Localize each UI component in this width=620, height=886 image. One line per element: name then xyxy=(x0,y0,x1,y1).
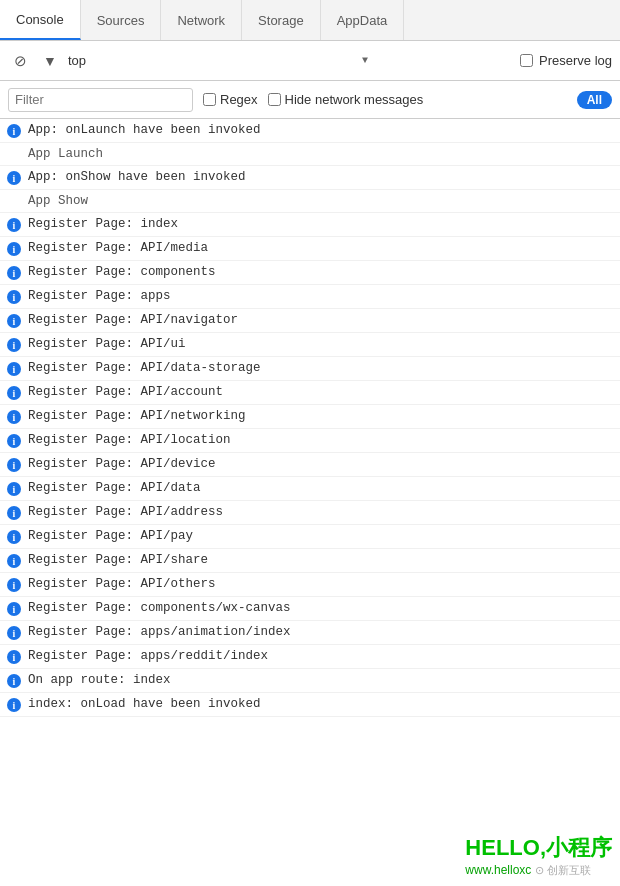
log-entry: iApp: onLaunch have been invoked xyxy=(0,119,620,143)
log-text: Register Page: API/pay xyxy=(28,527,193,545)
log-text: Register Page: API/data xyxy=(28,479,201,497)
info-icon: i xyxy=(4,432,24,450)
log-entry: iRegister Page: API/networking xyxy=(0,405,620,429)
log-text: Register Page: API/device xyxy=(28,455,216,473)
info-icon: i xyxy=(4,216,24,234)
tab-storage[interactable]: Storage xyxy=(242,0,321,40)
log-text: Register Page: API/share xyxy=(28,551,208,569)
log-text: Register Page: API/navigator xyxy=(28,311,238,329)
log-subentry: App Show xyxy=(0,190,620,213)
info-icon: i xyxy=(4,528,24,546)
log-text: Register Page: API/media xyxy=(28,239,208,257)
hide-network-checkbox[interactable] xyxy=(268,93,281,106)
log-text: Register Page: API/location xyxy=(28,431,231,449)
stop-button[interactable]: ⊘ xyxy=(8,49,32,73)
log-entry: iRegister Page: API/data xyxy=(0,477,620,501)
info-icon: i xyxy=(4,384,24,402)
context-value: top xyxy=(68,53,358,68)
tab-bar: Console Sources Network Storage AppData xyxy=(0,0,620,41)
log-entry: iRegister Page: API/account xyxy=(0,381,620,405)
log-text: Register Page: apps xyxy=(28,287,171,305)
filter-button[interactable]: ▼ xyxy=(38,49,62,73)
log-entry: iRegister Page: API/device xyxy=(0,453,620,477)
preserve-log-wrapper: Preserve log xyxy=(520,53,612,68)
info-icon: i xyxy=(4,480,24,498)
log-entry: iRegister Page: API/navigator xyxy=(0,309,620,333)
log-text: Register Page: API/networking xyxy=(28,407,246,425)
log-entry: iRegister Page: components xyxy=(0,261,620,285)
info-icon: i xyxy=(4,122,24,140)
log-entry: iRegister Page: apps/animation/index xyxy=(0,621,620,645)
info-icon: i xyxy=(4,696,24,714)
log-entry: iRegister Page: components/wx-canvas xyxy=(0,597,620,621)
log-entry: iRegister Page: apps xyxy=(0,285,620,309)
log-subentry: App Launch xyxy=(0,143,620,166)
preserve-log-checkbox[interactable] xyxy=(520,54,533,67)
log-subtext: App Show xyxy=(28,192,88,210)
log-text: Register Page: API/data-storage xyxy=(28,359,261,377)
info-icon: i xyxy=(4,624,24,642)
toolbar: ⊘ ▼ top ▼ Preserve log xyxy=(0,41,620,81)
log-text: Register Page: API/ui xyxy=(28,335,186,353)
log-text: Register Page: API/account xyxy=(28,383,223,401)
stop-icon: ⊘ xyxy=(14,52,27,70)
log-text: Register Page: components xyxy=(28,263,216,281)
log-text: Register Page: API/address xyxy=(28,503,223,521)
log-entry: iRegister Page: API/share xyxy=(0,549,620,573)
log-entry: iindex: onLoad have been invoked xyxy=(0,693,620,717)
log-entry: iRegister Page: API/location xyxy=(0,429,620,453)
preserve-log-label: Preserve log xyxy=(539,53,612,68)
log-area: iApp: onLaunch have been invokedApp Laun… xyxy=(0,119,620,886)
log-text: index: onLoad have been invoked xyxy=(28,695,261,713)
log-text: On app route: index xyxy=(28,671,171,689)
tab-sources[interactable]: Sources xyxy=(81,0,162,40)
regex-checkbox[interactable] xyxy=(203,93,216,106)
info-icon: i xyxy=(4,600,24,618)
chevron-down-icon[interactable]: ▼ xyxy=(362,55,368,66)
log-text: Register Page: index xyxy=(28,215,178,233)
context-selector[interactable]: top ▼ xyxy=(68,53,368,68)
info-icon: i xyxy=(4,240,24,258)
info-icon: i xyxy=(4,408,24,426)
log-entry: iRegister Page: API/others xyxy=(0,573,620,597)
filter-icon: ▼ xyxy=(43,53,57,69)
info-icon: i xyxy=(4,576,24,594)
log-text: App: onLaunch have been invoked xyxy=(28,121,261,139)
tab-console[interactable]: Console xyxy=(0,0,81,40)
info-icon: i xyxy=(4,672,24,690)
log-entry: iRegister Page: API/address xyxy=(0,501,620,525)
info-icon: i xyxy=(4,336,24,354)
info-icon: i xyxy=(4,504,24,522)
info-icon: i xyxy=(4,288,24,306)
regex-option[interactable]: Regex xyxy=(203,92,258,107)
log-entry: iApp: onShow have been invoked xyxy=(0,166,620,190)
log-entry: iRegister Page: API/pay xyxy=(0,525,620,549)
log-entry: iRegister Page: index xyxy=(0,213,620,237)
log-text: Register Page: API/others xyxy=(28,575,216,593)
info-icon: i xyxy=(4,648,24,666)
hide-network-option[interactable]: Hide network messages xyxy=(268,92,424,107)
log-entry: iOn app route: index xyxy=(0,669,620,693)
log-entry: iRegister Page: API/data-storage xyxy=(0,357,620,381)
tab-appdata[interactable]: AppData xyxy=(321,0,405,40)
log-entry: iRegister Page: apps/reddit/index xyxy=(0,645,620,669)
info-icon: i xyxy=(4,456,24,474)
filter-bar: Regex Hide network messages All xyxy=(0,81,620,119)
all-levels-button[interactable]: All xyxy=(577,91,612,109)
log-subtext: App Launch xyxy=(28,145,103,163)
info-icon: i xyxy=(4,360,24,378)
log-text: Register Page: apps/animation/index xyxy=(28,623,291,641)
log-entry: iRegister Page: API/media xyxy=(0,237,620,261)
info-icon: i xyxy=(4,264,24,282)
filter-input[interactable] xyxy=(8,88,193,112)
info-icon: i xyxy=(4,552,24,570)
log-entry: iRegister Page: API/ui xyxy=(0,333,620,357)
log-text: Register Page: components/wx-canvas xyxy=(28,599,291,617)
info-icon: i xyxy=(4,169,24,187)
log-text: Register Page: apps/reddit/index xyxy=(28,647,268,665)
info-icon: i xyxy=(4,312,24,330)
tab-network[interactable]: Network xyxy=(161,0,242,40)
log-text: App: onShow have been invoked xyxy=(28,168,246,186)
